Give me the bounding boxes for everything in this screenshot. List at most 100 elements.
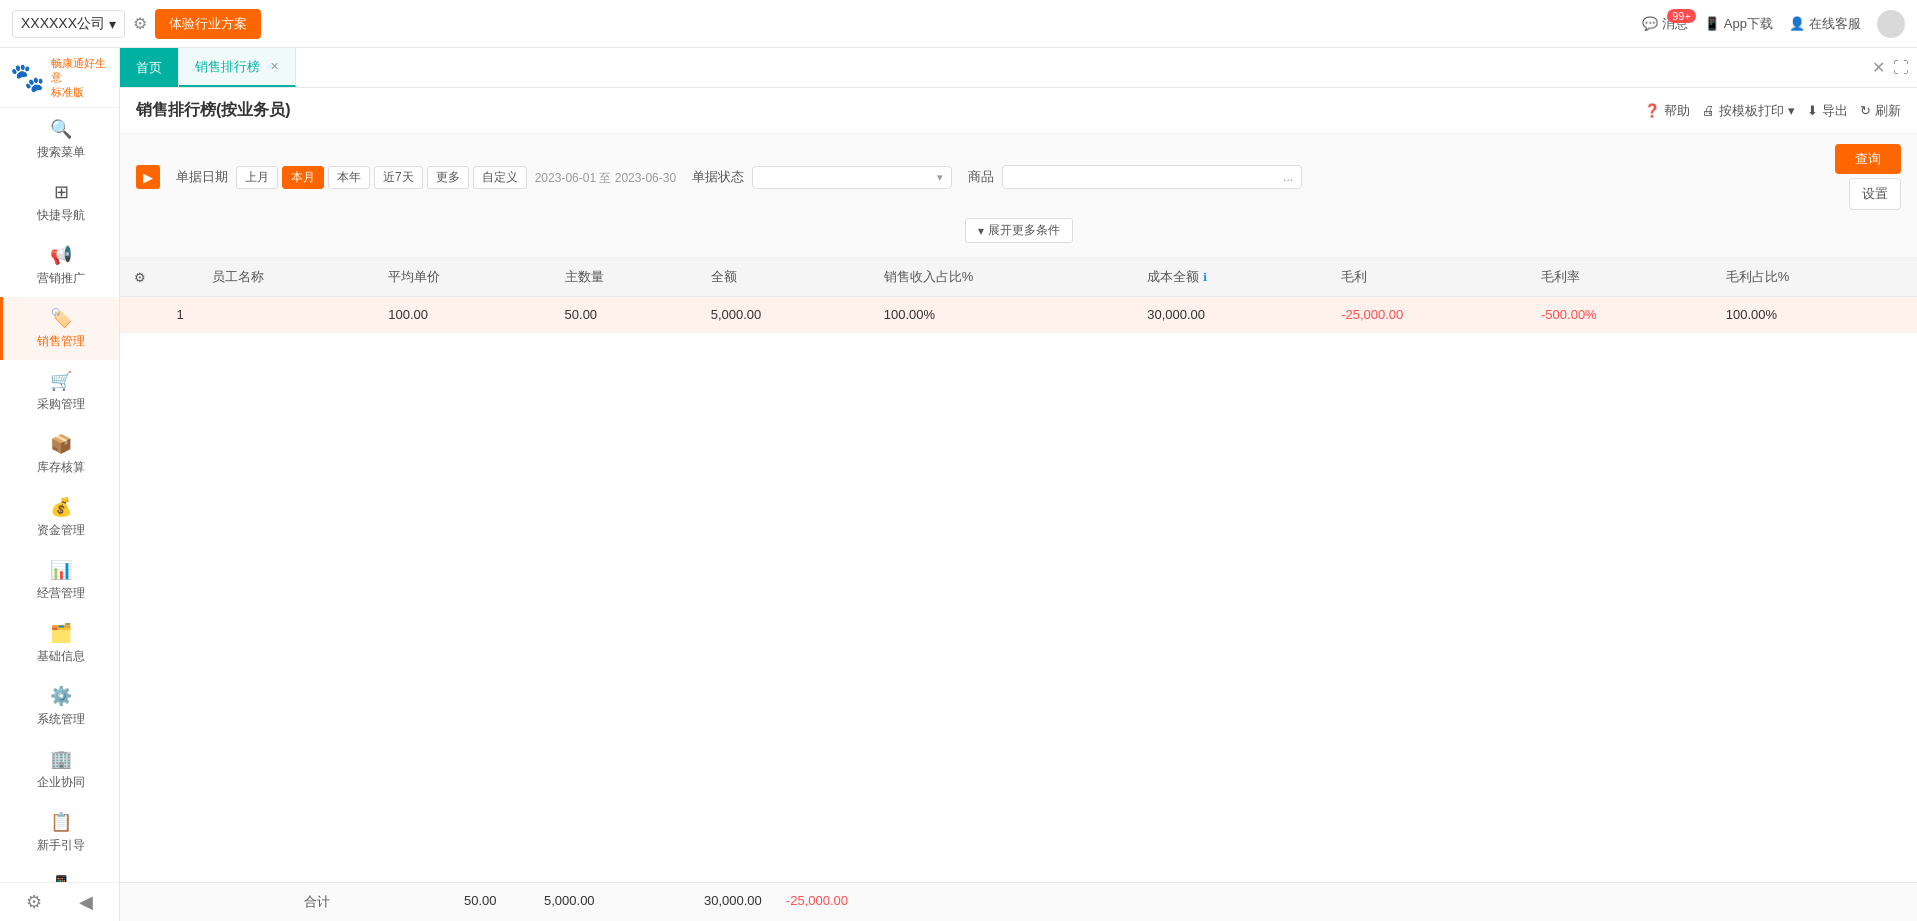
tab-bar: 首页 销售排行榜 ✕ ✕ ⛶ bbox=[120, 48, 1917, 88]
chevron-down-icon: ▾ bbox=[109, 16, 116, 32]
gear-icon[interactable]: ⚙ bbox=[133, 14, 147, 33]
sidebar-item-search[interactable]: 🔍 搜索菜单 bbox=[0, 108, 119, 171]
export-icon: ⬇ bbox=[1807, 103, 1818, 118]
tab-close-all-icon[interactable]: ✕ bbox=[1872, 58, 1885, 77]
footer-rank-cell bbox=[212, 893, 292, 911]
purchase-icon: 🛒 bbox=[50, 370, 72, 392]
footer-gross-cell: -25,000.00 bbox=[774, 893, 860, 911]
sidebar-item-system[interactable]: ⚙️ 系统管理 bbox=[0, 675, 119, 738]
td-cost: 30,000.00 bbox=[1135, 297, 1329, 333]
date-btn-more[interactable]: 更多 bbox=[427, 166, 469, 189]
template-print-btn[interactable]: 🖨 按模板打印 ▾ bbox=[1702, 102, 1795, 120]
sidebar-item-guide[interactable]: 📋 新手引导 bbox=[0, 801, 119, 864]
th-qty: 主数量 bbox=[553, 258, 699, 297]
query-btn[interactable]: 查询 bbox=[1835, 144, 1901, 174]
filter-toggle-btn[interactable]: ▶ bbox=[136, 165, 160, 189]
column-settings-icon[interactable]: ⚙ bbox=[134, 270, 146, 285]
date-btn-this-year[interactable]: 本年 bbox=[328, 166, 370, 189]
date-filter: 单据日期 上月 本月 本年 近7天 更多 自定义 2023-06-01 至 20… bbox=[176, 166, 676, 189]
th-gross-rate: 毛利率 bbox=[1529, 258, 1714, 297]
finance-icon: 💰 bbox=[50, 496, 72, 518]
sidebar-item-label: 销售管理 bbox=[37, 333, 85, 350]
help-btn[interactable]: ❓ 帮助 bbox=[1644, 102, 1690, 120]
message-btn[interactable]: 💬 消息 99+ bbox=[1642, 15, 1688, 33]
chevron-down-icon: ▾ bbox=[1788, 103, 1795, 118]
top-bar: XXXXXX公司 ▾ ⚙ 体验行业方案 💬 消息 99+ 📱 App下载 👤 在… bbox=[0, 0, 1917, 48]
sidebar-item-marketing[interactable]: 📢 营销推广 bbox=[0, 234, 119, 297]
cost-info-icon[interactable]: ℹ bbox=[1203, 271, 1207, 283]
date-btn-last-month[interactable]: 上月 bbox=[236, 166, 278, 189]
page-title: 销售排行榜(按业务员) bbox=[136, 100, 291, 121]
marketing-icon: 📢 bbox=[50, 244, 72, 266]
company-name: XXXXXX公司 bbox=[21, 15, 105, 33]
settings-icon[interactable]: ⚙ bbox=[26, 891, 42, 913]
search-icon: 🔍 bbox=[50, 118, 72, 140]
app-download-btn[interactable]: 📱 App下载 bbox=[1704, 15, 1773, 33]
sidebar-item-finance[interactable]: 💰 资金管理 bbox=[0, 486, 119, 549]
td-rank: 1 bbox=[160, 297, 200, 333]
date-btn-7days[interactable]: 近7天 bbox=[374, 166, 423, 189]
export-btn[interactable]: ⬇ 导出 bbox=[1807, 102, 1848, 120]
sales-icon: 🏷️ bbox=[50, 307, 72, 329]
logo-area: 🐾 畅康通好生意 标准版 bbox=[0, 48, 119, 108]
date-btn-this-month[interactable]: 本月 bbox=[282, 166, 324, 189]
logo-text: 畅康通好生意 标准版 bbox=[51, 56, 109, 99]
sidebar-item-operations[interactable]: 📊 经营管理 bbox=[0, 549, 119, 612]
sidebar-item-purchase[interactable]: 🛒 采购管理 bbox=[0, 360, 119, 423]
sidebar-item-label: 资金管理 bbox=[37, 522, 85, 539]
avatar[interactable] bbox=[1877, 10, 1905, 38]
more-icon[interactable]: ... bbox=[1283, 170, 1293, 184]
tab-home[interactable]: 首页 bbox=[120, 48, 179, 87]
th-settings[interactable]: ⚙ bbox=[120, 258, 160, 297]
status-select[interactable]: ▾ bbox=[752, 166, 952, 189]
setting-btn[interactable]: 设置 bbox=[1849, 178, 1901, 210]
td-avg-price: 100.00 bbox=[376, 297, 552, 333]
tab-close-icon[interactable]: ✕ bbox=[270, 60, 279, 73]
td-gross: -25,000.00 bbox=[1329, 297, 1529, 333]
date-range-display: 2023-06-01 至 2023-06-30 bbox=[535, 170, 676, 187]
sidebar-item-label: 新手引导 bbox=[37, 837, 85, 854]
date-btn-custom[interactable]: 自定义 bbox=[473, 166, 527, 189]
date-filter-label: 单据日期 bbox=[176, 168, 228, 186]
td-name bbox=[200, 297, 376, 333]
sidebar-item-label: 企业协同 bbox=[37, 774, 85, 791]
refresh-btn[interactable]: ↻ 刷新 bbox=[1860, 102, 1901, 120]
footer-gross-rate-cell bbox=[860, 893, 940, 911]
sidebar-nav: 🔍 搜索菜单 ⊞ 快捷导航 📢 营销推广 🏷️ 销售管理 🛒 采购管 bbox=[0, 108, 119, 882]
app-icon: 📱 bbox=[1704, 16, 1720, 31]
top-bar-right: 💬 消息 99+ 📱 App下载 👤 在线客服 bbox=[1642, 10, 1905, 38]
trial-btn[interactable]: 体验行业方案 bbox=[155, 9, 261, 39]
td-gross-pct: 100.00% bbox=[1714, 297, 1917, 333]
tab-bar-right: ✕ ⛶ bbox=[1872, 58, 1917, 77]
tab-sales-ranking[interactable]: 销售排行榜 ✕ bbox=[179, 48, 296, 87]
online-service-btn[interactable]: 👤 在线客服 bbox=[1789, 15, 1861, 33]
online-service-label: 在线客服 bbox=[1809, 15, 1861, 33]
sidebar-item-basic[interactable]: 🗂️ 基础信息 bbox=[0, 612, 119, 675]
td-gross-rate: -500.00% bbox=[1529, 297, 1714, 333]
table-body: 1 100.00 50.00 5,000.00 100.00% 30,000.0… bbox=[120, 297, 1917, 333]
tab-expand-icon[interactable]: ⛶ bbox=[1893, 59, 1909, 77]
goods-input[interactable]: ... bbox=[1002, 165, 1302, 189]
collapse-icon[interactable]: ◀ bbox=[79, 891, 93, 913]
th-sales-pct: 销售收入占比% bbox=[872, 258, 1135, 297]
footer-qty-cell: 50.00 bbox=[452, 893, 532, 911]
expand-conditions-btn[interactable]: ▾ 展开更多条件 bbox=[965, 218, 1073, 243]
operations-icon: 📊 bbox=[50, 559, 72, 581]
sidebar-item-shortcut[interactable]: ⊞ 快捷导航 bbox=[0, 171, 119, 234]
message-badge: 99+ bbox=[1667, 9, 1696, 23]
td-amount: 5,000.00 bbox=[699, 297, 872, 333]
sidebar-item-inventory[interactable]: 📦 库存核算 bbox=[0, 423, 119, 486]
sidebar-item-appcenter[interactable]: 📱 应用中心 bbox=[0, 864, 119, 882]
service-icon: 👤 bbox=[1789, 16, 1805, 31]
sidebar-item-enterprise[interactable]: 🏢 企业协同 bbox=[0, 738, 119, 801]
panel-header: 销售排行榜(按业务员) ❓ 帮助 🖨 按模板打印 ▾ ⬇ bbox=[120, 88, 1917, 134]
chevron-down-icon: ▾ bbox=[937, 171, 943, 184]
panel-actions: ❓ 帮助 🖨 按模板打印 ▾ ⬇ 导出 ↻ bbox=[1644, 102, 1901, 120]
company-selector[interactable]: XXXXXX公司 ▾ bbox=[12, 10, 125, 38]
sidebar-item-sales[interactable]: 🏷️ 销售管理 bbox=[0, 297, 119, 360]
status-filter: 单据状态 ▾ bbox=[692, 166, 952, 189]
sidebar-bottom: ⚙ ◀ bbox=[0, 882, 119, 921]
basic-icon: 🗂️ bbox=[50, 622, 72, 644]
filter-area: ▶ 单据日期 上月 本月 本年 近7天 更多 自定义 bbox=[120, 134, 1917, 258]
expand-label: 展开更多条件 bbox=[988, 222, 1060, 239]
